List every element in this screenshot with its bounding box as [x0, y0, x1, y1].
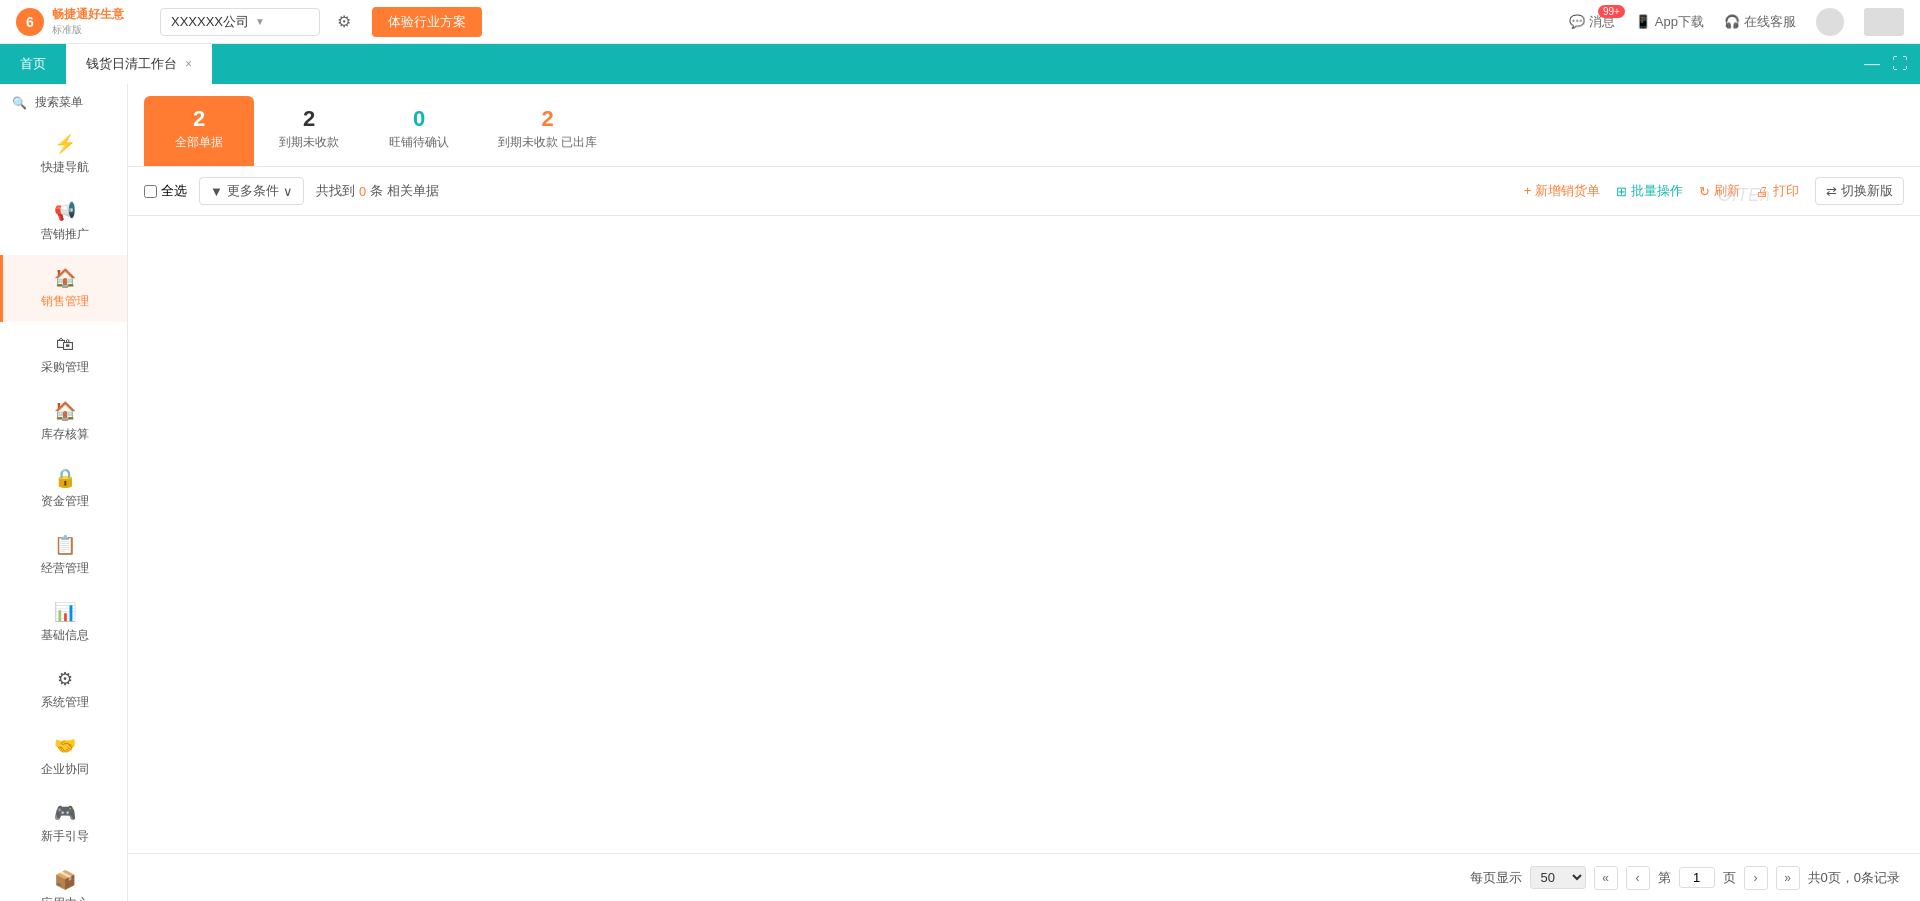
select-all-input[interactable] — [144, 185, 157, 198]
tab-minimize-btn[interactable]: — — [1864, 55, 1880, 73]
user-menu[interactable] — [1864, 8, 1904, 36]
stat-tab-all[interactable]: 2 全部单据 — [144, 96, 254, 166]
sidebar-item-sales[interactable]: 🏠 销售管理 — [0, 255, 127, 322]
sidebar-item-system[interactable]: ⚙ 系统管理 — [0, 656, 127, 723]
app-center-icon: 📦 — [54, 869, 76, 891]
sidebar-item-inventory[interactable]: 🏠 库存核算 — [0, 388, 127, 455]
message-icon: 💬 — [1569, 14, 1585, 29]
sidebar-item-app-center[interactable]: 📦 应用中心 — [0, 857, 127, 901]
prev-page-btn[interactable]: ‹ — [1626, 866, 1650, 890]
tab-bar-actions: — ⛶ — [1864, 55, 1920, 73]
message-btn[interactable]: 💬 消息 99+ — [1569, 13, 1615, 31]
sidebar-item-basic-info[interactable]: 📊 基础信息 — [0, 589, 127, 656]
filter-btn[interactable]: ▼ 更多条件 ∨ — [199, 177, 304, 205]
headset-icon: 🎧 — [1724, 14, 1740, 29]
stat-tab-overdue-shipped[interactable]: 2 到期未收款 已出库 — [474, 96, 621, 166]
tab-workbench[interactable]: 钱货日清工作台 × — [66, 44, 212, 84]
switch-version-btn[interactable]: ⇄ 切换新版 — [1815, 177, 1904, 205]
operation-icon: 📋 — [54, 534, 76, 556]
table-area — [128, 216, 1920, 853]
next-page-btn[interactable]: › — [1744, 866, 1768, 890]
print-icon: 🖨 — [1756, 184, 1769, 199]
experience-btn[interactable]: 体验行业方案 — [372, 7, 482, 37]
switch-icon: ⇄ — [1826, 184, 1837, 199]
print-btn[interactable]: 🖨 打印 — [1756, 182, 1799, 200]
refresh-icon: ↻ — [1699, 184, 1710, 199]
marketing-icon: 📢 — [54, 200, 76, 222]
tab-close-icon[interactable]: × — [185, 57, 192, 71]
top-header: 6 畅捷通好生意 标准版 XXXXXX公司 ▼ ⚙ 体验行业方案 💬 消息 99… — [0, 0, 1920, 44]
first-page-btn[interactable]: « — [1594, 866, 1618, 890]
main-layout: 🔍 搜索菜单 ⚡ 快捷导航 📢 营销推广 🏠 销售管理 🛍 采购管理 🏠 库存核… — [0, 84, 1920, 901]
sidebar-item-marketing[interactable]: 📢 营销推广 — [0, 188, 127, 255]
sidebar-search[interactable]: 🔍 搜索菜单 — [0, 84, 127, 121]
tab-maximize-btn[interactable]: ⛶ — [1892, 55, 1908, 73]
sidebar-item-operation[interactable]: 📋 经营管理 — [0, 522, 127, 589]
quick-nav-icon: ⚡ — [54, 133, 76, 155]
page-size-select[interactable]: 50 100 200 — [1530, 866, 1586, 889]
basic-info-icon: 📊 — [54, 601, 76, 623]
capital-icon: 🔒 — [54, 467, 76, 489]
app-download-btn[interactable]: 📱 App下载 — [1635, 13, 1704, 31]
stats-tabs: 2 全部单据 2 到期未收款 0 旺铺待确认 2 到期未收款 已出库 — [128, 84, 1920, 167]
chevron-down-icon: ∨ — [283, 184, 293, 199]
header-right: 💬 消息 99+ 📱 App下载 🎧 在线客服 — [1569, 8, 1904, 36]
toolbar: 全选 ▼ 更多条件 ∨ 共找到 0 条 相关单据 + 新增销货单 ⊞ 批量操作 — [128, 167, 1920, 216]
add-sales-btn[interactable]: + 新增销货单 — [1524, 182, 1600, 200]
stat-tab-pending[interactable]: 0 旺铺待确认 — [364, 96, 474, 166]
cooperation-icon: 🤝 — [54, 735, 76, 757]
sidebar-item-guide[interactable]: 🎮 新手引导 — [0, 790, 127, 857]
toolbar-right: + 新增销货单 ⊞ 批量操作 ↻ 刷新 🖨 打印 ⇄ 切换新版 — [1524, 177, 1904, 205]
refresh-btn[interactable]: ↻ 刷新 — [1699, 182, 1740, 200]
sidebar-item-capital[interactable]: 🔒 资金管理 — [0, 455, 127, 522]
company-selector[interactable]: XXXXXX公司 ▼ — [160, 8, 320, 36]
filter-result: 共找到 0 条 相关单据 — [316, 182, 439, 200]
content-area: 2 全部单据 2 到期未收款 0 旺铺待确认 2 到期未收款 已出库 全选 — [128, 84, 1920, 901]
sidebar-item-cooperation[interactable]: 🤝 企业协同 — [0, 723, 127, 790]
page-number-input[interactable] — [1679, 867, 1715, 888]
search-icon: 🔍 — [12, 96, 27, 110]
company-dropdown-arrow: ▼ — [255, 16, 265, 27]
inventory-icon: 🏠 — [54, 400, 76, 422]
logo-icon: 6 — [16, 8, 44, 36]
select-all-checkbox[interactable]: 全选 — [144, 182, 187, 200]
sidebar: 🔍 搜索菜单 ⚡ 快捷导航 📢 营销推广 🏠 销售管理 🛍 采购管理 🏠 库存核… — [0, 84, 128, 901]
avatar[interactable] — [1816, 8, 1844, 36]
sales-icon: 🏠 — [54, 267, 76, 289]
system-icon: ⚙ — [57, 668, 73, 690]
message-badge: 99+ — [1598, 5, 1625, 18]
sidebar-item-purchase[interactable]: 🛍 采购管理 — [0, 322, 127, 388]
logo-text: 畅捷通好生意 标准版 — [52, 6, 124, 37]
last-page-btn[interactable]: » — [1776, 866, 1800, 890]
stat-tab-overdue[interactable]: 2 到期未收款 — [254, 96, 364, 166]
pagination: 每页显示 50 100 200 « ‹ 第 页 › » 共0页，0条记录 — [128, 853, 1920, 901]
tab-home[interactable]: 首页 — [0, 44, 66, 84]
phone-icon: 📱 — [1635, 14, 1651, 29]
guide-icon: 🎮 — [54, 802, 76, 824]
logo-area: 6 畅捷通好生意 标准版 — [16, 6, 144, 37]
filter-icon: ▼ — [210, 184, 223, 199]
sidebar-item-quick-nav[interactable]: ⚡ 快捷导航 — [0, 121, 127, 188]
batch-icon: ⊞ — [1616, 184, 1627, 199]
online-service-btn[interactable]: 🎧 在线客服 — [1724, 13, 1796, 31]
tab-bar: 首页 钱货日清工作台 × — ⛶ — [0, 44, 1920, 84]
purchase-icon: 🛍 — [56, 334, 74, 355]
batch-btn[interactable]: ⊞ 批量操作 — [1616, 182, 1683, 200]
settings-button[interactable]: ⚙ — [328, 6, 360, 38]
